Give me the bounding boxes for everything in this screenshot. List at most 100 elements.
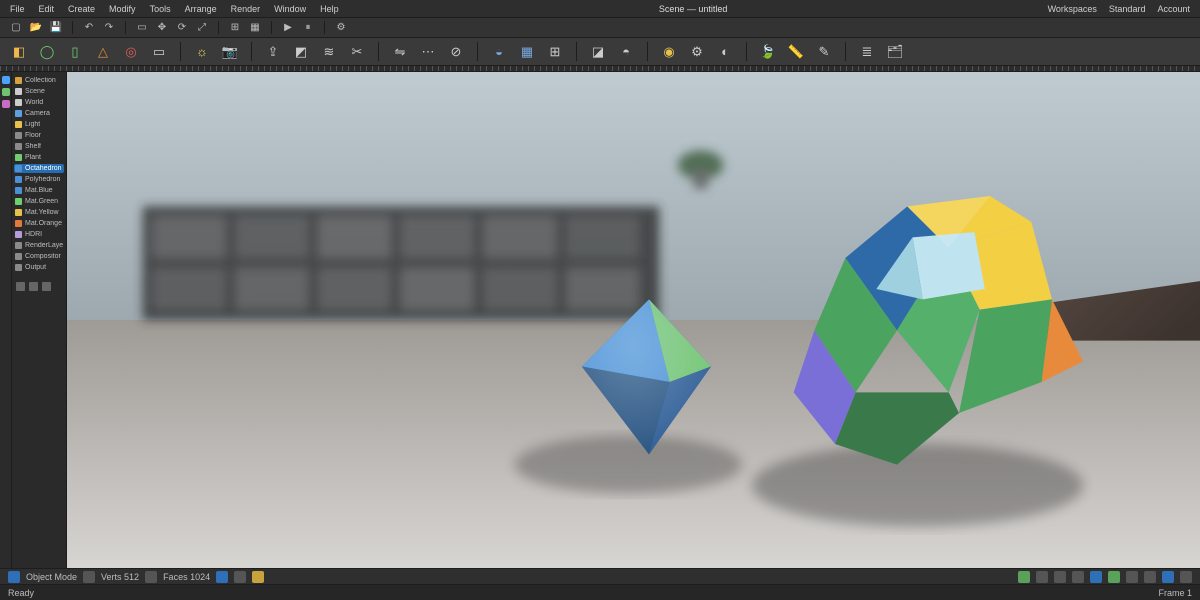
render-settings-icon[interactable]: ⚙: [686, 41, 708, 63]
plane-icon[interactable]: ▭: [148, 41, 170, 63]
status-tray-icon[interactable]: [1036, 571, 1048, 583]
outliner-item[interactable]: Mat.Blue: [14, 186, 64, 195]
outliner-item[interactable]: Scene: [14, 87, 64, 96]
move-icon[interactable]: ✥: [154, 20, 170, 36]
status-tray-icon[interactable]: [1108, 571, 1120, 583]
mirror-icon[interactable]: ⇋: [389, 41, 411, 63]
shade-smooth-icon: ◓: [622, 45, 630, 58]
uv-icon[interactable]: ⊞: [544, 41, 566, 63]
workspace-switcher[interactable]: Workspaces: [1048, 4, 1097, 14]
bridge-icon[interactable]: ≋: [318, 41, 340, 63]
shade-flat-icon[interactable]: ◪: [587, 41, 609, 63]
search-icon[interactable]: [42, 282, 51, 291]
torus-icon[interactable]: ◎: [120, 41, 142, 63]
open-icon[interactable]: 📂: [28, 20, 44, 36]
viewport-shading-icon[interactable]: ◐: [714, 41, 736, 63]
outliner-item[interactable]: Mat.Orange: [14, 219, 64, 228]
texture-icon[interactable]: ▦: [516, 41, 538, 63]
render-icon[interactable]: ◉: [658, 41, 680, 63]
outliner-item[interactable]: Polyhedron: [14, 175, 64, 184]
outliner-item[interactable]: Mat.Green: [14, 197, 64, 206]
knife-icon[interactable]: ✂: [346, 41, 368, 63]
status-icon[interactable]: [145, 571, 157, 583]
filter-icon[interactable]: [16, 282, 25, 291]
new-collection-icon[interactable]: [29, 282, 38, 291]
outliner-item[interactable]: Floor: [14, 131, 64, 140]
snap-icon[interactable]: ⊞: [227, 20, 243, 36]
redo-icon[interactable]: ↷: [101, 20, 117, 36]
extrude-icon[interactable]: ⇪: [262, 41, 284, 63]
cylinder-icon[interactable]: ▯: [64, 41, 86, 63]
new-icon[interactable]: ▢: [8, 20, 24, 36]
cone-icon[interactable]: △: [92, 41, 114, 63]
rail-tab-1[interactable]: [2, 76, 10, 84]
outliner-item[interactable]: Output: [14, 263, 64, 272]
menu-tools[interactable]: Tools: [150, 4, 171, 14]
rail-tab-3[interactable]: [2, 100, 10, 108]
camera-icon[interactable]: 📷: [219, 41, 241, 63]
leaf-icon[interactable]: 🍃: [757, 41, 779, 63]
undo-icon[interactable]: ↶: [81, 20, 97, 36]
rail-tab-2[interactable]: [2, 88, 10, 96]
outliner-item[interactable]: Compositor: [14, 252, 64, 261]
pause-icon[interactable]: ⏸: [300, 20, 316, 36]
status-tray-icon[interactable]: [1126, 571, 1138, 583]
status-icon[interactable]: [83, 571, 95, 583]
status-icon[interactable]: [216, 571, 228, 583]
status-mode-icon[interactable]: [8, 571, 20, 583]
outliner-item[interactable]: Mat.Yellow: [14, 208, 64, 217]
status-tray-icon[interactable]: [1180, 571, 1192, 583]
menu-file[interactable]: File: [10, 4, 25, 14]
menu-arrange[interactable]: Arrange: [185, 4, 217, 14]
boolean-icon[interactable]: ⊘: [445, 41, 467, 63]
status-tray-icon[interactable]: [1144, 571, 1156, 583]
menu-create[interactable]: Create: [68, 4, 95, 14]
account-menu[interactable]: Account: [1157, 4, 1190, 14]
grid-icon[interactable]: ▦: [247, 20, 263, 36]
outliner-label: Output: [25, 264, 46, 271]
status-tray-icon[interactable]: [1162, 571, 1174, 583]
light-icon[interactable]: ☼: [191, 41, 213, 63]
type-icon: [15, 165, 22, 172]
layers-icon[interactable]: ≣: [856, 41, 878, 63]
outliner-item[interactable]: Camera: [14, 109, 64, 118]
bevel-icon[interactable]: ◩: [290, 41, 312, 63]
play-icon[interactable]: ▶: [280, 20, 296, 36]
select-icon[interactable]: ▭: [134, 20, 150, 36]
material-icon[interactable]: ◒: [488, 41, 510, 63]
cube-icon[interactable]: ◧: [8, 41, 30, 63]
save-icon[interactable]: 💾: [48, 20, 64, 36]
settings-icon[interactable]: ⚙: [333, 20, 349, 36]
status-icon[interactable]: [252, 571, 264, 583]
separator: [72, 21, 73, 34]
separator: [125, 21, 126, 34]
outliner-item[interactable]: World: [14, 98, 64, 107]
measure-icon[interactable]: 📏: [785, 41, 807, 63]
viewport-3d[interactable]: [67, 72, 1200, 568]
menu-window[interactable]: Window: [274, 4, 306, 14]
scale-icon[interactable]: ⤢: [194, 20, 210, 36]
array-icon[interactable]: ⋯: [417, 41, 439, 63]
scene-icon[interactable]: 🗂: [884, 41, 906, 63]
status-tray-icon[interactable]: [1090, 571, 1102, 583]
outliner-item[interactable]: HDRI: [14, 230, 64, 239]
outliner-item[interactable]: Collection: [14, 76, 64, 85]
status-icon[interactable]: [234, 571, 246, 583]
status-tray-icon[interactable]: [1054, 571, 1066, 583]
menu-help[interactable]: Help: [320, 4, 339, 14]
shade-smooth-icon[interactable]: ◓: [615, 41, 637, 63]
outliner-item[interactable]: RenderLayers: [14, 241, 64, 250]
status-tray-icon[interactable]: [1072, 571, 1084, 583]
outliner-item[interactable]: Plant: [14, 153, 64, 162]
outliner-item[interactable]: Octahedron: [14, 164, 64, 173]
menu-edit[interactable]: Edit: [39, 4, 55, 14]
status-tray-icon[interactable]: [1018, 571, 1030, 583]
layout-preset[interactable]: Standard: [1109, 4, 1146, 14]
annotate-icon[interactable]: ✎: [813, 41, 835, 63]
outliner-item[interactable]: Light: [14, 120, 64, 129]
outliner-item[interactable]: Shelf: [14, 142, 64, 151]
rotate-icon[interactable]: ⟳: [174, 20, 190, 36]
sphere-icon[interactable]: ◯: [36, 41, 58, 63]
menu-render[interactable]: Render: [231, 4, 261, 14]
menu-modify[interactable]: Modify: [109, 4, 136, 14]
